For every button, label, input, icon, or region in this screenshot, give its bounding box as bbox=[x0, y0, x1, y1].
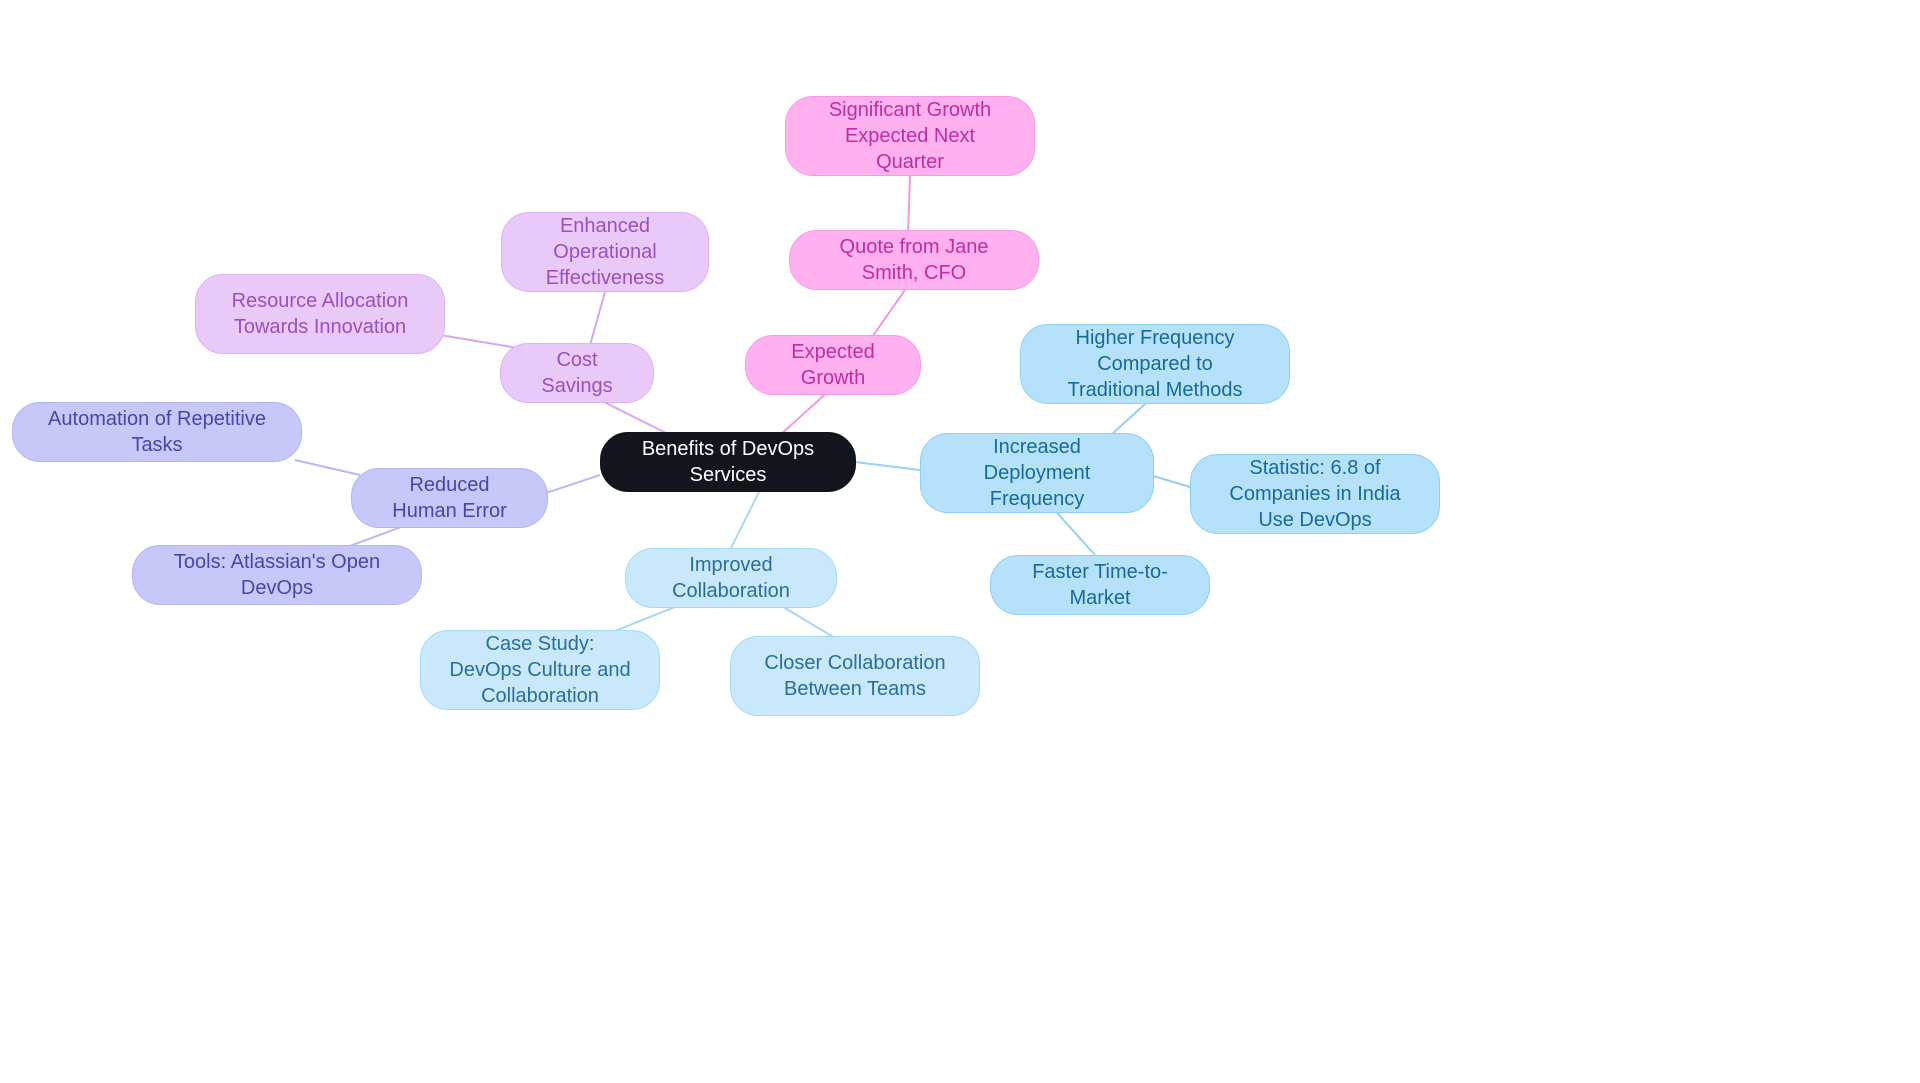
leaf-growth-signif: Significant Growth Expected Next Quarter bbox=[785, 96, 1035, 176]
leaf-cost-resource: Resource Allocation Towards Innovation bbox=[195, 274, 445, 354]
branch-cost: Cost Savings bbox=[500, 343, 654, 403]
leaf-collab-case: Case Study: DevOps Culture and Collabora… bbox=[420, 630, 660, 710]
branch-error: Reduced Human Error bbox=[351, 468, 548, 528]
center-node: Benefits of DevOps Services bbox=[600, 432, 856, 492]
leaf-deploy-stat: Statistic: 6.8 of Companies in India Use… bbox=[1190, 454, 1440, 534]
leaf-growth-quote: Quote from Jane Smith, CFO bbox=[789, 230, 1039, 290]
leaf-cost-enhanced: Enhanced Operational Effectiveness bbox=[501, 212, 709, 292]
leaf-deploy-faster: Faster Time-to-Market bbox=[990, 555, 1210, 615]
leaf-error-tools: Tools: Atlassian's Open DevOps bbox=[132, 545, 422, 605]
leaf-deploy-higher: Higher Frequency Compared to Traditional… bbox=[1020, 324, 1290, 404]
branch-deploy: Increased Deployment Frequency bbox=[920, 433, 1154, 513]
leaf-collab-closer: Closer Collaboration Between Teams bbox=[730, 636, 980, 716]
branch-collab: Improved Collaboration bbox=[625, 548, 837, 608]
leaf-error-auto: Automation of Repetitive Tasks bbox=[12, 402, 302, 462]
branch-growth: Expected Growth bbox=[745, 335, 921, 395]
